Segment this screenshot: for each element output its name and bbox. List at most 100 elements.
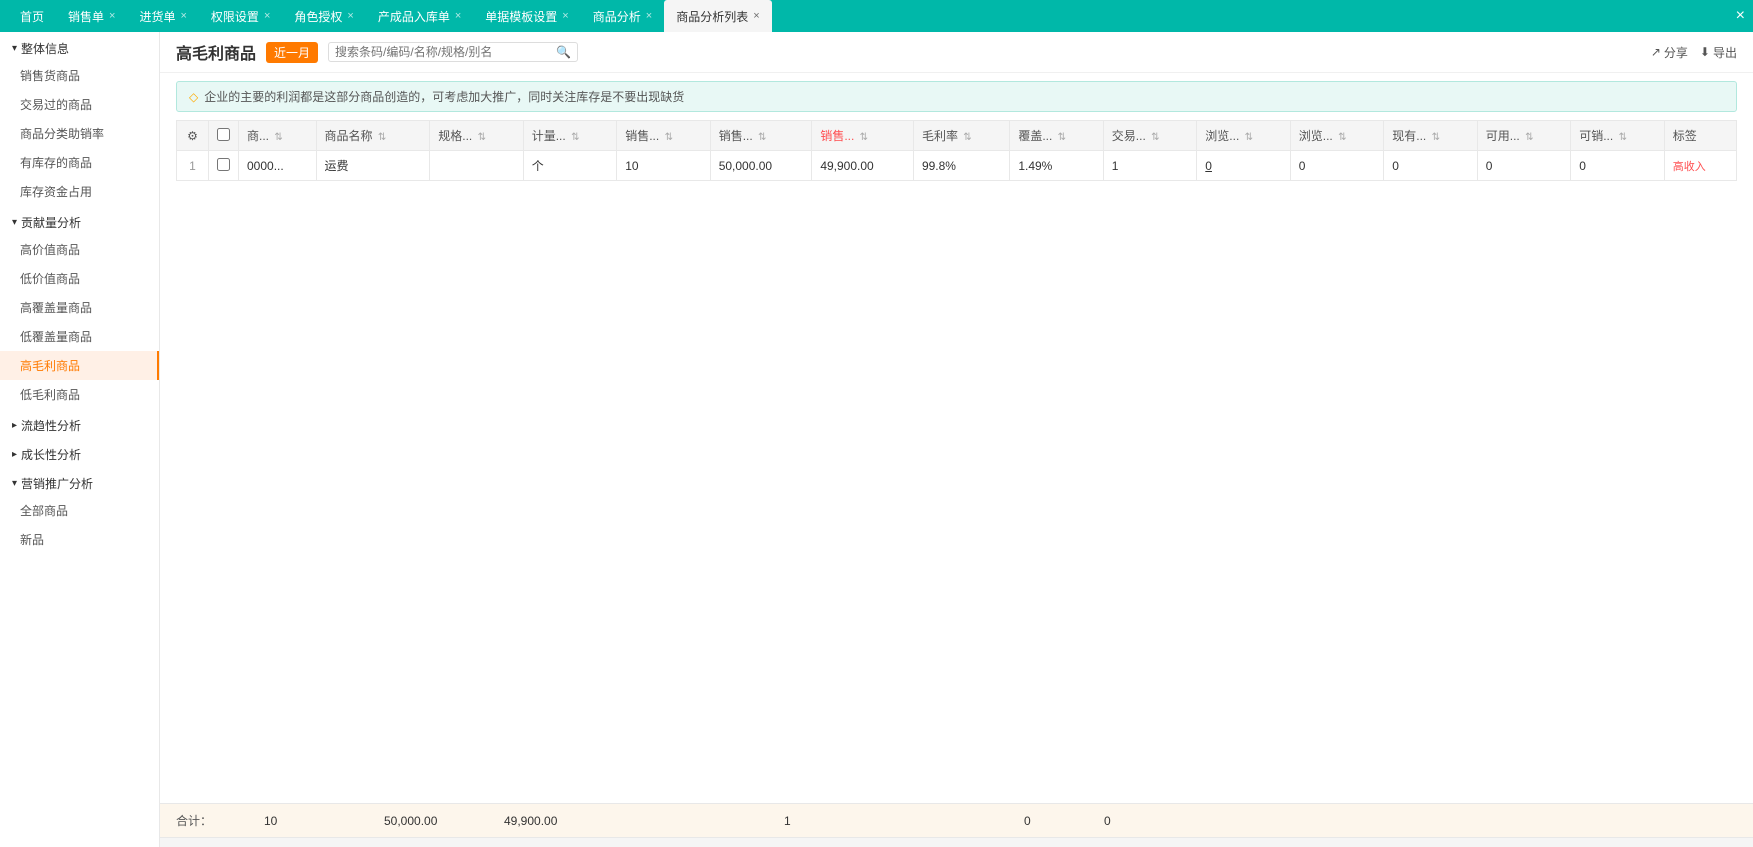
nav-sales[interactable]: 销售单 × <box>56 0 127 32</box>
col-sellable[interactable]: 可销... ⇅ <box>1571 121 1664 151</box>
sidebar-section-overall[interactable]: ▾ 整体信息 <box>0 32 159 61</box>
sidebar-item-high-margin[interactable]: 高毛利商品 <box>0 351 159 380</box>
data-table: ⚙ 商... ⇅ 商品名称 ⇅ <box>176 120 1737 181</box>
row-checkbox[interactable] <box>217 158 230 171</box>
header-actions: ↗ 分享 ⬇ 导出 <box>1651 44 1737 61</box>
total-placeholder3 <box>856 814 936 828</box>
sidebar-item-low-value[interactable]: 低价值商品 <box>0 264 159 293</box>
close-role[interactable]: × <box>347 10 353 22</box>
col-spec[interactable]: 规格... ⇅ <box>430 121 523 151</box>
sidebar-item-low-coverage[interactable]: 低覆盖量商品 <box>0 322 159 351</box>
col-sales-count[interactable]: 销售... ⇅ <box>617 121 710 151</box>
sidebar-item-new-goods[interactable]: 新品 <box>0 525 159 554</box>
cell-tag: 高收入 <box>1664 151 1736 181</box>
close-permission[interactable]: × <box>264 10 270 22</box>
export-button[interactable]: ⬇ 导出 <box>1700 44 1737 61</box>
sidebar-item-in-stock[interactable]: 有库存的商品 <box>0 148 159 177</box>
col-trade[interactable]: 交易... ⇅ <box>1103 121 1196 151</box>
nav-permission[interactable]: 权限设置 × <box>199 0 282 32</box>
period-button[interactable]: 近一月 <box>266 42 318 63</box>
close-purchase[interactable]: × <box>180 10 186 22</box>
sort-sales-amount-icon: ⇅ <box>758 132 766 143</box>
share-button[interactable]: ↗ 分享 <box>1651 44 1688 61</box>
sort-gross-margin-icon: ⇅ <box>963 132 971 143</box>
search-icon[interactable]: 🔍 <box>556 45 571 59</box>
col-name[interactable]: 商品名称 ⇅ <box>316 121 430 151</box>
footer-total: 合计： 10 50,000.00 49,900.00 1 0 0 <box>160 803 1753 837</box>
main-layout: « ▾ 整体信息 销售货商品 交易过的商品 商品分类助销率 有库存的商品 库存资… <box>0 32 1753 847</box>
close-sales[interactable]: × <box>109 10 115 22</box>
sidebar: « ▾ 整体信息 销售货商品 交易过的商品 商品分类助销率 有库存的商品 库存资… <box>0 32 160 847</box>
nav-product-stock[interactable]: 产成品入库单 × <box>366 0 473 32</box>
total-trade: 1 <box>776 814 856 828</box>
total-placeholder4 <box>936 814 1016 828</box>
cell-views1[interactable]: 0 <box>1197 151 1290 181</box>
close-product-analysis-list[interactable]: × <box>753 10 759 22</box>
nav-purchase[interactable]: 进货单 × <box>127 0 198 32</box>
total-label: 合计： <box>176 812 256 829</box>
arrow-contribution: ▾ <box>12 217 17 228</box>
sidebar-section-flow[interactable]: ▸ 流趋性分析 <box>0 409 159 438</box>
cell-checkbox[interactable] <box>209 151 239 181</box>
arrow-growth: ▸ <box>12 449 17 460</box>
sidebar-item-traded-goods[interactable]: 交易过的商品 <box>0 90 159 119</box>
col-current-stock[interactable]: 现有... ⇅ <box>1384 121 1477 151</box>
col-checkbox[interactable] <box>209 121 239 151</box>
nav-role[interactable]: 角色授权 × <box>282 0 365 32</box>
close-product-analysis[interactable]: × <box>646 10 652 22</box>
col-unit[interactable]: 计量... ⇅ <box>523 121 616 151</box>
nav-product-analysis[interactable]: 商品分析 × <box>581 0 664 32</box>
col-sales-amount[interactable]: 销售... ⇅ <box>710 121 812 151</box>
col-settings[interactable]: ⚙ <box>177 121 209 151</box>
sort-current-stock-icon: ⇅ <box>1432 132 1440 143</box>
cell-spec <box>430 151 523 181</box>
cell-current-stock: 0 <box>1384 151 1477 181</box>
sort-views2-icon: ⇅ <box>1338 132 1346 143</box>
cell-coverage: 1.49% <box>1010 151 1103 181</box>
nav-product-analysis-list[interactable]: 商品分析列表 × <box>664 0 771 32</box>
col-views2[interactable]: 浏览... ⇅ <box>1290 121 1383 151</box>
sort-coverage-icon: ⇅ <box>1058 132 1066 143</box>
sidebar-item-high-value[interactable]: 高价值商品 <box>0 235 159 264</box>
sort-code-icon: ⇅ <box>274 132 282 143</box>
nav-template[interactable]: 单据模板设置 × <box>473 0 580 32</box>
share-icon: ↗ <box>1651 45 1661 59</box>
sort-name-icon: ⇅ <box>378 132 386 143</box>
search-input[interactable] <box>335 45 556 59</box>
table-wrapper[interactable]: ⚙ 商... ⇅ 商品名称 ⇅ <box>160 120 1753 803</box>
sidebar-item-low-margin[interactable]: 低毛利商品 <box>0 380 159 409</box>
nav-home[interactable]: 首页 <box>8 0 56 32</box>
close-template[interactable]: × <box>562 10 568 22</box>
total-sales-count: 10 <box>256 814 376 828</box>
top-nav: 首页 销售单 × 进货单 × 权限设置 × 角色授权 × 产成品入库单 × 单据… <box>0 0 1753 32</box>
bottom-scrollbar[interactable] <box>160 837 1753 847</box>
arrow-marketing: ▾ <box>12 478 17 489</box>
sidebar-item-category-rate[interactable]: 商品分类助销率 <box>0 119 159 148</box>
col-views1[interactable]: 浏览... ⇅ <box>1197 121 1290 151</box>
sidebar-item-all-goods[interactable]: 全部商品 <box>0 496 159 525</box>
table-row: 1 0000... 运费 个 10 50,000.00 49,900.00 99… <box>177 151 1737 181</box>
cell-available: 0 <box>1477 151 1570 181</box>
cell-num: 1 <box>177 151 209 181</box>
sidebar-item-sales-goods[interactable]: 销售货商品 <box>0 61 159 90</box>
sidebar-section-growth[interactable]: ▸ 成长性分析 <box>0 438 159 467</box>
sidebar-section-marketing[interactable]: ▾ 营销推广分析 <box>0 467 159 496</box>
total-placeholder1 <box>616 814 696 828</box>
col-available[interactable]: 可用... ⇅ <box>1477 121 1570 151</box>
col-coverage[interactable]: 覆盖... ⇅ <box>1010 121 1103 151</box>
sidebar-item-stock-fund[interactable]: 库存资金占用 <box>0 177 159 206</box>
col-sales-profit[interactable]: 销售... ⇅ <box>812 121 914 151</box>
cell-unit: 个 <box>523 151 616 181</box>
col-code[interactable]: 商... ⇅ <box>239 121 317 151</box>
close-product-stock[interactable]: × <box>455 10 461 22</box>
select-all-checkbox[interactable] <box>217 128 230 141</box>
cell-views2: 0 <box>1290 151 1383 181</box>
sidebar-toggle[interactable]: « <box>159 420 160 460</box>
sidebar-item-high-coverage[interactable]: 高覆盖量商品 <box>0 293 159 322</box>
sidebar-section-contribution[interactable]: ▾ 贡献量分析 <box>0 206 159 235</box>
col-gross-margin[interactable]: 毛利率 ⇅ <box>913 121 1009 151</box>
close-all-tabs[interactable]: × <box>1736 7 1745 25</box>
cell-sales-count: 10 <box>617 151 710 181</box>
total-current-stock: 0 <box>1016 814 1096 828</box>
sort-views1-icon: ⇅ <box>1245 132 1253 143</box>
